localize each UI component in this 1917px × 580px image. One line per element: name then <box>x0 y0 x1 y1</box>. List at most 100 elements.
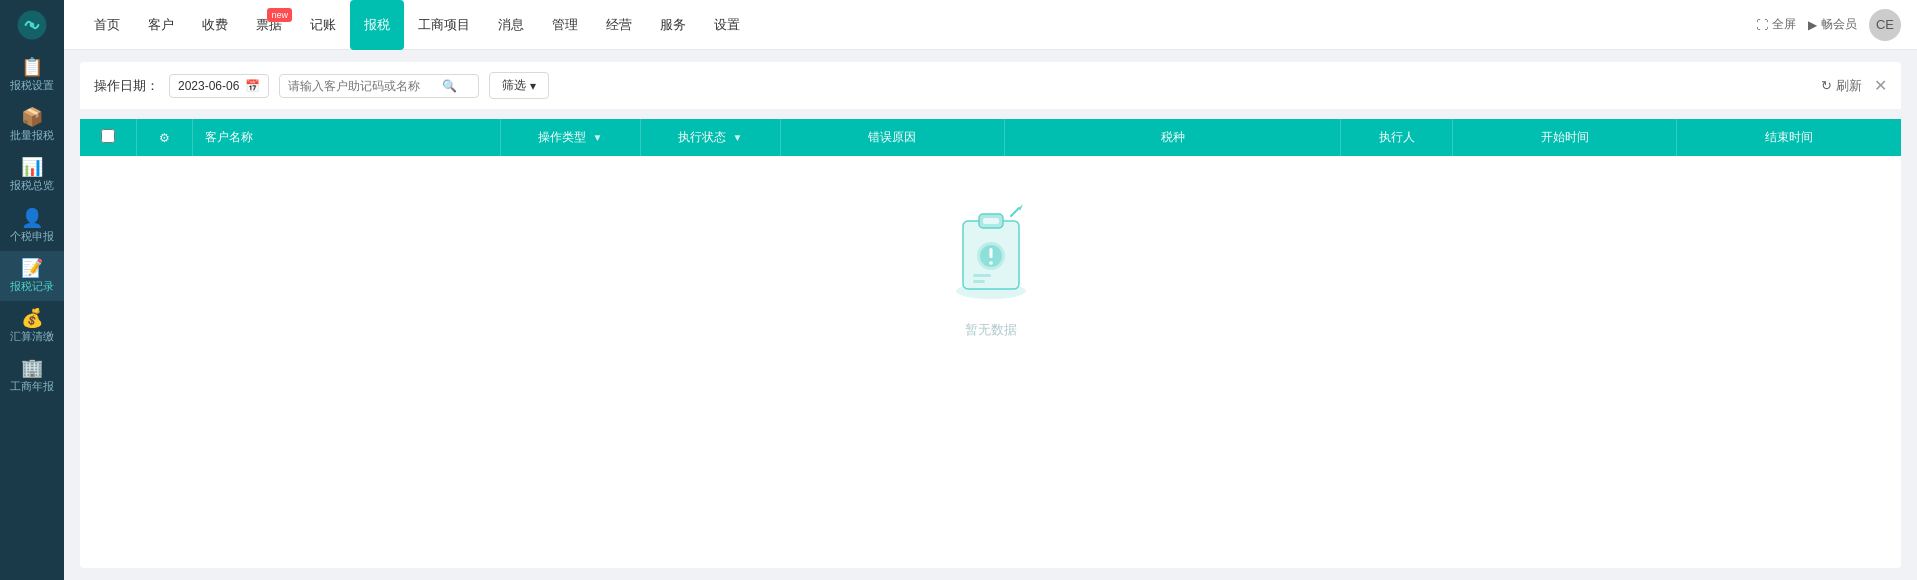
svg-point-1 <box>30 23 35 28</box>
svg-rect-5 <box>983 218 999 224</box>
nav-item-guanli[interactable]: 管理 <box>538 0 592 50</box>
check-all-checkbox[interactable] <box>101 129 115 143</box>
sidebar-icon-baoshui-zonlan: 📊 <box>21 158 43 176</box>
sidebar-item-baoshui-zonlan[interactable]: 📊 报税总览 <box>0 150 64 200</box>
user-avatar[interactable]: CE <box>1869 9 1901 41</box>
nav-item-piao[interactable]: 票据new <box>242 0 296 50</box>
refresh-button[interactable]: ↻ 刷新 <box>1821 77 1862 95</box>
svg-rect-13 <box>973 280 985 283</box>
fullscreen-icon: ⛶ <box>1756 18 1768 32</box>
sidebar-item-huisuan-jiaona[interactable]: 💰 汇算清缴 <box>0 301 64 351</box>
navbar-right: ⛶ 全屏 ▶ 畅会员 CE <box>1756 9 1901 41</box>
toolbar-right: ↻ 刷新 ✕ <box>1821 76 1887 95</box>
th-error: 错误原因 <box>780 119 1004 156</box>
nav-item-home[interactable]: 首页 <box>80 0 134 50</box>
play-icon: ▶ <box>1808 18 1817 32</box>
search-input[interactable] <box>288 79 438 93</box>
sidebar: (function() { const data = JSON.parse(do… <box>0 0 64 580</box>
sidebar-item-gongshang-nianbao[interactable]: 🏢 工商年报 <box>0 351 64 401</box>
nav-item-jiz[interactable]: 记账 <box>296 0 350 50</box>
status-filter-icon[interactable]: ▼ <box>733 132 743 143</box>
nav-item-jingying[interactable]: 经营 <box>592 0 646 50</box>
svg-rect-8 <box>989 248 992 258</box>
fullscreen-btn[interactable]: ⛶ 全屏 <box>1756 16 1796 33</box>
sidebar-icon-geshuishenb: 👤 <box>21 209 43 227</box>
nav-item-customer[interactable]: 客户 <box>134 0 188 50</box>
refresh-icon: ↻ <box>1821 78 1832 93</box>
empty-icon <box>941 196 1041 309</box>
navbar: (function() { const data = JSON.parse(do… <box>64 0 1917 50</box>
refresh-label: 刷新 <box>1836 77 1862 95</box>
sidebar-item-piliang-baoshui[interactable]: 📦 批量报税 <box>0 100 64 150</box>
optype-filter-icon[interactable]: ▼ <box>592 132 602 143</box>
sidebar-item-baoshui-shezhi[interactable]: 📋 报税设置 <box>0 50 64 100</box>
date-label: 操作日期： <box>94 77 159 95</box>
svg-line-10 <box>1011 208 1019 216</box>
th-start-label: 开始时间 <box>1541 130 1589 144</box>
sidebar-label-baoshui-shezhi: 报税设置 <box>10 79 54 92</box>
nav-item-shoufei[interactable]: 收费 <box>188 0 242 50</box>
th-end-label: 结束时间 <box>1765 130 1813 144</box>
fullscreen-label: 全屏 <box>1772 16 1796 33</box>
filter-label: 筛选 <box>502 77 526 94</box>
sidebar-icon-huisuan-jiaona: 💰 <box>21 309 43 327</box>
sidebar-icon-baoshui-shezhi: 📋 <box>21 58 43 76</box>
close-button[interactable]: ✕ <box>1874 76 1887 95</box>
empty-state: 暂无数据 <box>80 156 1901 379</box>
th-status: 执行状态 ▼ <box>640 119 780 156</box>
nav-badge-piao: new <box>267 8 292 23</box>
chevron-down-icon: ▾ <box>530 79 536 93</box>
sidebar-icon-piliang-baoshui: 📦 <box>21 108 43 126</box>
th-taxtype-label: 税种 <box>1161 130 1185 144</box>
th-error-label: 错误原因 <box>868 130 916 144</box>
data-table: ⚙ 客户名称 操作类型 ▼ 执行状态 ▼ <box>80 119 1901 379</box>
nav-item-baoshui[interactable]: 报税 <box>350 0 404 50</box>
th-executor: 执行人 <box>1341 119 1453 156</box>
table-body: 暂无数据 <box>80 156 1901 379</box>
filter-button[interactable]: 筛选 ▾ <box>489 72 549 99</box>
gear-icon[interactable]: ⚙ <box>159 131 170 145</box>
table-header-row: ⚙ 客户名称 操作类型 ▼ 执行状态 ▼ <box>80 119 1901 156</box>
toolbar: 操作日期： 2023-06-06 📅 🔍 筛选 ▾ ↻ 刷新 ✕ <box>80 62 1901 109</box>
date-input[interactable]: 2023-06-06 📅 <box>169 74 269 98</box>
search-icon: 🔍 <box>442 79 457 93</box>
sidebar-item-geshuishenb[interactable]: 👤个税申报 <box>0 201 64 251</box>
date-value: 2023-06-06 <box>178 79 239 93</box>
empty-text: 暂无数据 <box>965 321 1017 339</box>
member-btn[interactable]: ▶ 畅会员 <box>1808 16 1857 33</box>
th-end: 结束时间 <box>1677 119 1901 156</box>
th-name-label: 客户名称 <box>205 130 253 144</box>
sidebar-label-baoshui-jilu: 报税记录 <box>10 280 54 293</box>
nav-item-shezhi[interactable]: 设置 <box>700 0 754 50</box>
th-start: 开始时间 <box>1453 119 1677 156</box>
main-area: (function() { const data = JSON.parse(do… <box>64 0 1917 580</box>
sidebar-icon-gongshang-nianbao: 🏢 <box>21 359 43 377</box>
page-content: 操作日期： 2023-06-06 📅 🔍 筛选 ▾ ↻ 刷新 ✕ <box>64 50 1917 580</box>
th-optype-label: 操作类型 <box>538 130 586 144</box>
sidebar-icon-baoshui-jilu: 📝 <box>21 259 43 277</box>
th-status-label: 执行状态 <box>678 130 726 144</box>
sidebar-label-huisuan-jiaona: 汇算清缴 <box>10 330 54 343</box>
th-gear: ⚙ <box>136 119 192 156</box>
nav-item-xiaoxi[interactable]: 消息 <box>484 0 538 50</box>
calendar-icon: 📅 <box>245 79 260 93</box>
svg-marker-11 <box>1019 204 1023 211</box>
search-box: 🔍 <box>279 74 479 98</box>
user-initials: CE <box>1876 17 1894 32</box>
empty-row: 暂无数据 <box>80 156 1901 379</box>
th-checkbox <box>80 119 136 156</box>
sidebar-logo <box>0 0 64 50</box>
nav-item-fuwu[interactable]: 服务 <box>646 0 700 50</box>
sidebar-label-gongshang-nianbao: 工商年报 <box>10 380 54 393</box>
sidebar-item-baoshui-jilu[interactable]: 📝 报税记录 <box>0 251 64 301</box>
svg-point-9 <box>989 261 993 265</box>
sidebar-label-piliang-baoshui: 批量报税 <box>10 129 54 142</box>
sidebar-label-baoshui-zonlan: 报税总览 <box>10 179 54 192</box>
th-taxtype: 税种 <box>1004 119 1340 156</box>
th-name: 客户名称 <box>192 119 500 156</box>
table-container: ⚙ 客户名称 操作类型 ▼ 执行状态 ▼ <box>80 119 1901 568</box>
nav-item-gongshang[interactable]: 工商项目 <box>404 0 484 50</box>
th-executor-label: 执行人 <box>1379 130 1415 144</box>
member-label: 畅会员 <box>1821 16 1857 33</box>
th-optype: 操作类型 ▼ <box>500 119 640 156</box>
